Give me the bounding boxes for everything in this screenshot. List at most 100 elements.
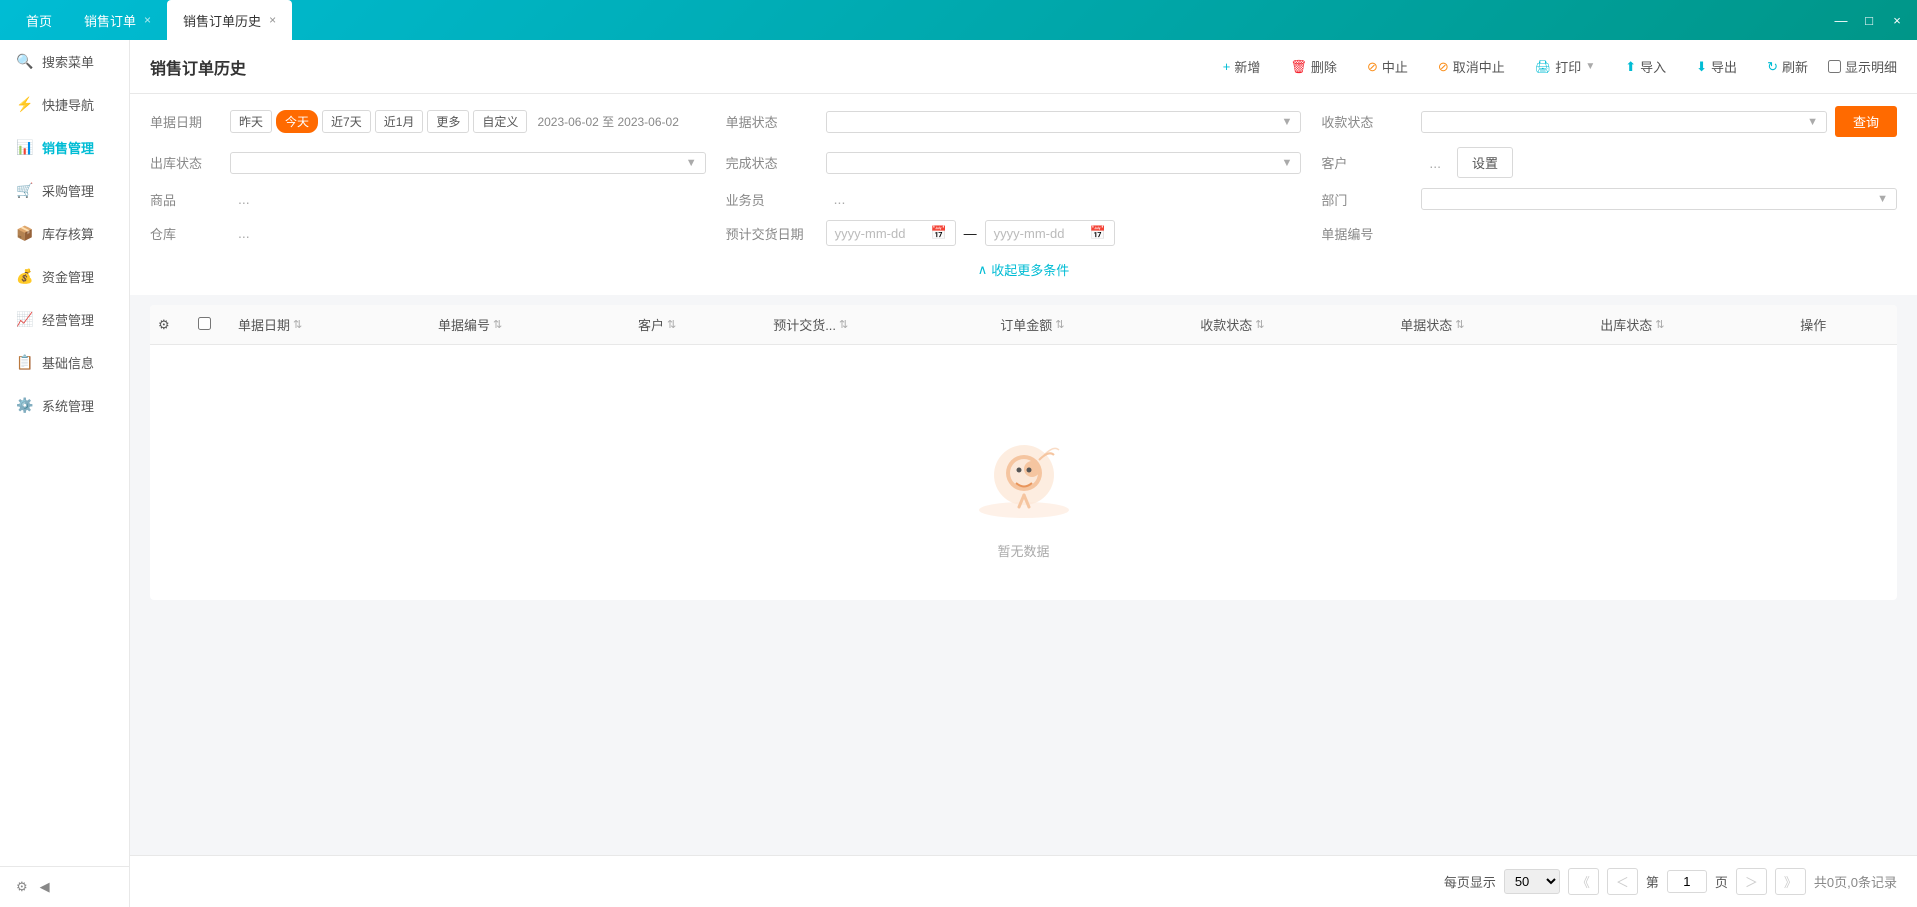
sidebar-item-search-menu[interactable]: 🔍 搜索菜单 xyxy=(0,40,129,83)
prev-page-button[interactable]: ＜ xyxy=(1607,868,1638,895)
table-settings-icon[interactable]: ⚙ xyxy=(158,317,170,332)
refresh-button[interactable]: ↻ 刷新 xyxy=(1757,52,1818,81)
empty-illustration xyxy=(964,425,1084,525)
date-yesterday-btn[interactable]: 昨天 xyxy=(230,110,272,133)
tab-sales-order-close[interactable]: × xyxy=(144,13,151,27)
tab-sales-order-history[interactable]: 销售订单历史 × xyxy=(167,0,292,40)
outbound-status-label: 出库状态 xyxy=(150,153,230,172)
th-date-label: 单据日期 xyxy=(238,315,290,334)
order-status-select[interactable]: ▼ xyxy=(826,111,1302,133)
tab-home-label: 首页 xyxy=(26,11,52,30)
sidebar-item-base-info[interactable]: 📋 基础信息 xyxy=(0,341,129,384)
window-x-icon[interactable]: × xyxy=(1887,10,1907,30)
show-detail-checkbox[interactable] xyxy=(1828,60,1841,73)
import-button[interactable]: ⬆ 导入 xyxy=(1615,52,1676,81)
table-header: ⚙ 单据日期 ⇅ 单据编号 xyxy=(150,305,1897,345)
delete-icon: 🗑 xyxy=(1290,59,1307,75)
cancel-stop-label: 取消中止 xyxy=(1453,57,1505,76)
sidebar-item-quick-nav[interactable]: ⚡ 快捷导航 xyxy=(0,83,129,126)
outbound-status-select[interactable]: ▼ xyxy=(230,152,706,174)
salesman-dots-btn[interactable]: ... xyxy=(826,189,854,209)
collapse-label: 收起更多条件 xyxy=(991,260,1069,279)
total-text: 共0页,0条记录 xyxy=(1814,872,1897,891)
sidebar-collapse-icon[interactable]: ◀ xyxy=(40,879,50,895)
complete-status-label: 完成状态 xyxy=(726,153,806,172)
th-delivery-date-sort-icon: ⇅ xyxy=(839,318,848,331)
data-table: ⚙ 单据日期 ⇅ 单据编号 xyxy=(150,305,1897,600)
top-bar-right: — □ × xyxy=(1831,10,1907,30)
page-size-select[interactable]: 50 10 20 100 xyxy=(1504,869,1560,894)
next-page-button[interactable]: ＞ xyxy=(1736,868,1767,895)
complete-status-arrow-icon: ▼ xyxy=(1281,157,1292,169)
date-custom-btn[interactable]: 自定义 xyxy=(473,110,527,133)
warehouse-dots-btn[interactable]: ... xyxy=(230,223,258,243)
th-checkbox[interactable] xyxy=(190,305,230,345)
first-page-button[interactable]: 《 xyxy=(1568,868,1599,895)
search-menu-icon: 🔍 xyxy=(16,53,34,70)
date-more-btn[interactable]: 更多 xyxy=(427,110,469,133)
th-settings[interactable]: ⚙ xyxy=(150,305,190,345)
page-word: 第 xyxy=(1646,872,1659,891)
stop-button[interactable]: ⊘ 中止 xyxy=(1357,52,1418,81)
sidebar-item-sales-mgmt[interactable]: 📊 销售管理 xyxy=(0,126,129,169)
delete-button[interactable]: 🗑 删除 xyxy=(1280,52,1347,81)
tab-sales-order[interactable]: 销售订单 × xyxy=(68,0,167,40)
date-label: 单据日期 xyxy=(150,112,230,131)
new-button[interactable]: + 新增 xyxy=(1213,52,1271,81)
last-page-button[interactable]: 》 xyxy=(1775,868,1806,895)
department-select[interactable]: ▼ xyxy=(1421,188,1897,210)
th-customer-label: 客户 xyxy=(638,315,664,334)
product-dots-btn[interactable]: ... xyxy=(230,189,258,209)
show-detail-checkbox-label[interactable]: 显示明细 xyxy=(1828,57,1897,76)
delivery-date-from[interactable]: yyyy-mm-dd 📅 xyxy=(826,220,956,246)
delivery-date-to[interactable]: yyyy-mm-dd 📅 xyxy=(985,220,1115,246)
tab-home[interactable]: 首页 xyxy=(10,0,68,40)
refresh-label: 刷新 xyxy=(1782,57,1808,76)
sidebar-item-sys-mgmt[interactable]: ⚙️ 系统管理 xyxy=(0,384,129,427)
customer-dots-btn[interactable]: ... xyxy=(1421,153,1449,173)
tab-sales-order-history-close[interactable]: × xyxy=(269,13,276,27)
sidebar-item-inventory[interactable]: 📦 库存核算 xyxy=(0,212,129,255)
window-close-icon[interactable]: — xyxy=(1831,10,1851,30)
sidebar-item-purchase-mgmt[interactable]: 🛒 采购管理 xyxy=(0,169,129,212)
th-receive-status[interactable]: 收款状态 ⇅ xyxy=(1192,305,1392,345)
department-label: 部门 xyxy=(1321,190,1401,209)
outbound-status-arrow-icon: ▼ xyxy=(686,157,697,169)
th-delivery-date[interactable]: 预计交货... ⇅ xyxy=(765,305,992,345)
receive-status-select[interactable]: ▼ xyxy=(1421,111,1827,133)
sidebar-item-operations[interactable]: 📈 经营管理 xyxy=(0,298,129,341)
sidebar-item-finance[interactable]: 💰 资金管理 xyxy=(0,255,129,298)
th-order-status[interactable]: 单据状态 ⇅ xyxy=(1392,305,1592,345)
query-button[interactable]: 查询 xyxy=(1835,106,1897,137)
sidebar-item-search-menu-label: 搜索菜单 xyxy=(42,52,94,71)
sidebar-settings-icon[interactable]: ⚙ xyxy=(16,879,28,895)
page-label: 页 xyxy=(1715,872,1728,891)
th-customer[interactable]: 客户 ⇅ xyxy=(630,305,765,345)
filter-row-1: 单据日期 昨天 今天 近7天 近1月 更多 自定义 2023-06-02 至 2… xyxy=(150,106,1897,137)
th-number[interactable]: 单据编号 ⇅ xyxy=(430,305,630,345)
setting-button[interactable]: 设置 xyxy=(1457,147,1513,178)
collapse-row[interactable]: ∧ 收起更多条件 xyxy=(150,256,1897,283)
th-outbound-status[interactable]: 出库状态 ⇅ xyxy=(1592,305,1792,345)
stop-icon: ⊘ xyxy=(1367,59,1378,75)
export-button[interactable]: ⬇ 导出 xyxy=(1686,52,1747,81)
delivery-date-label: 预计交货日期 xyxy=(726,224,806,243)
select-all-checkbox[interactable] xyxy=(198,317,211,330)
th-receive-status-sort-icon: ⇅ xyxy=(1255,318,1264,331)
filter-area: 单据日期 昨天 今天 近7天 近1月 更多 自定义 2023-06-02 至 2… xyxy=(130,94,1917,295)
current-page-input[interactable]: 1 xyxy=(1667,870,1707,893)
date-7days-btn[interactable]: 近7天 xyxy=(322,110,371,133)
window-maximize-icon[interactable]: □ xyxy=(1859,10,1879,30)
cancel-stop-button[interactable]: ⊘ 取消中止 xyxy=(1428,52,1515,81)
order-status-arrow-icon: ▼ xyxy=(1281,116,1292,128)
th-amount[interactable]: 订单金额 ⇅ xyxy=(992,305,1192,345)
warehouse-label: 仓库 xyxy=(150,224,230,243)
table-body: 暂无数据 xyxy=(150,345,1897,601)
print-button[interactable]: 🖨 打印 ▼ xyxy=(1525,52,1605,81)
th-date[interactable]: 单据日期 ⇅ xyxy=(230,305,430,345)
sales-mgmt-icon: 📊 xyxy=(16,139,34,156)
date-1month-btn[interactable]: 近1月 xyxy=(375,110,424,133)
date-today-btn[interactable]: 今天 xyxy=(276,110,318,133)
complete-status-select[interactable]: ▼ xyxy=(826,152,1302,174)
delivery-date-from-placeholder: yyyy-mm-dd xyxy=(835,226,906,241)
